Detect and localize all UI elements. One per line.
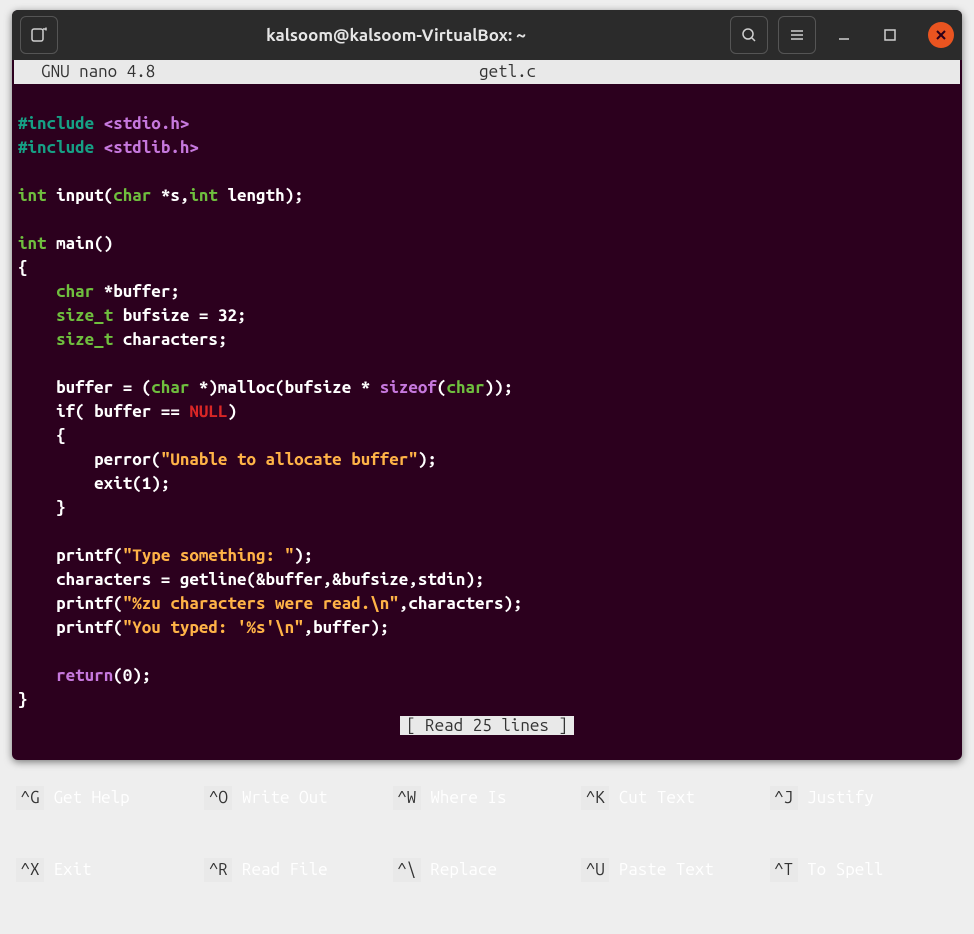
sc-key-exit[interactable]: ^X — [16, 858, 44, 882]
tok-id: printf( — [18, 594, 123, 613]
tok-type: char — [56, 282, 94, 301]
tok-type: int — [18, 186, 47, 205]
nano-filename: getl.c — [155, 60, 960, 84]
sc-key-replace[interactable]: ^\ — [393, 858, 421, 882]
sc-key-cut[interactable]: ^K — [581, 786, 609, 810]
tok-id: characters = getline(&buffer,&bufsize,st… — [18, 570, 484, 589]
sc-label-writeout: Write Out — [242, 788, 328, 807]
tok-id: main() — [47, 234, 114, 253]
nano-shortcuts: ^G Get Help ^O Write Out ^W Where Is ^K … — [14, 738, 960, 934]
sc-label-readfile: Read File — [242, 860, 328, 879]
sc-key-paste[interactable]: ^U — [581, 858, 609, 882]
tok-brace: } — [18, 690, 28, 709]
tok-id: if( buffer == — [18, 402, 189, 421]
sc-key-tospell[interactable]: ^T — [770, 858, 798, 882]
sc-label-help: Get Help — [54, 788, 130, 807]
tok-kw: return — [56, 666, 113, 685]
sc-label-justify: Justify — [807, 788, 874, 807]
sc-label-replace: Replace — [430, 860, 497, 879]
sc-label-whereis: Where Is — [430, 788, 506, 807]
tok-string: "%zu characters were read.\n" — [123, 594, 399, 613]
tok-id: ); — [294, 546, 313, 565]
tok-id: ); — [418, 450, 437, 469]
tok-null: NULL — [189, 402, 227, 421]
sc-label-tospell: To Spell — [807, 860, 883, 879]
nano-app: GNU nano 4.8 — [41, 62, 155, 81]
tok-id: ) — [227, 402, 237, 421]
sc-key-help[interactable]: ^G — [16, 786, 44, 810]
tok-id: printf( — [18, 546, 123, 565]
tok-id: *)malloc(bufsize * — [189, 378, 379, 397]
tok-id: *s, — [151, 186, 189, 205]
sc-key-justify[interactable]: ^J — [770, 786, 798, 810]
tok-brace: } — [56, 498, 66, 517]
tok-id: *buffer; — [94, 282, 180, 301]
terminal-window: kalsoom@kalsoom-VirtualBox: ~ GNU nano 4… — [12, 10, 962, 760]
tok-id: buffer = ( — [18, 378, 151, 397]
sc-key-writeout[interactable]: ^O — [204, 786, 232, 810]
tok-id: perror( — [18, 450, 161, 469]
sc-label-exit: Exit — [54, 860, 92, 879]
nano-status-text: [ Read 25 lines ] — [400, 716, 574, 735]
nano-header: GNU nano 4.8 getl.c — [14, 60, 960, 84]
tok-string: "Type something: " — [123, 546, 294, 565]
tok-id: )); — [485, 378, 514, 397]
tok-header: <stdio.h> — [104, 114, 190, 133]
new-tab-button[interactable] — [20, 16, 58, 54]
tok-type: char — [446, 378, 484, 397]
close-button[interactable] — [928, 22, 954, 48]
sc-key-whereis[interactable]: ^W — [393, 786, 421, 810]
nano-status: [ Read 25 lines ] — [14, 714, 960, 738]
tok-id: ( — [437, 378, 447, 397]
tok-include: #include — [18, 114, 94, 133]
tok-id: (0); — [113, 666, 151, 685]
tok-id: characters; — [113, 330, 227, 349]
tok-brace: { — [56, 426, 66, 445]
window-title: kalsoom@kalsoom-VirtualBox: ~ — [62, 26, 730, 45]
tok-string: "You typed: '%s'\n" — [123, 618, 304, 637]
tok-type: int — [189, 186, 218, 205]
minimize-button[interactable] — [826, 17, 862, 53]
code-area[interactable]: #include <stdio.h> #include <stdlib.h> i… — [14, 84, 960, 712]
tok-include: #include — [18, 138, 94, 157]
tok-type: size_t — [56, 330, 113, 349]
hamburger-menu-button[interactable] — [778, 16, 816, 54]
tok-type: int — [18, 234, 47, 253]
tok-id: exit(1); — [18, 474, 170, 493]
tok-kw: sizeof — [380, 378, 437, 397]
search-button[interactable] — [730, 16, 768, 54]
sc-key-readfile[interactable]: ^R — [204, 858, 232, 882]
maximize-button[interactable] — [872, 17, 908, 53]
tok-brace: { — [18, 258, 28, 277]
tok-id: length); — [218, 186, 304, 205]
tok-string: "Unable to allocate buffer" — [161, 450, 418, 469]
tok-id: ,characters); — [399, 594, 523, 613]
tok-header: <stdlib.h> — [104, 138, 199, 157]
terminal-body[interactable]: GNU nano 4.8 getl.c #include <stdio.h> #… — [12, 60, 962, 934]
sc-label-cut: Cut Text — [619, 788, 695, 807]
sc-label-paste: Paste Text — [619, 860, 714, 879]
tok-type: char — [151, 378, 189, 397]
tok-type: char — [113, 186, 151, 205]
titlebar: kalsoom@kalsoom-VirtualBox: ~ — [12, 10, 962, 60]
tok-id: bufsize = 32; — [113, 306, 246, 325]
tok-id: ,buffer); — [304, 618, 390, 637]
tok-type: size_t — [56, 306, 113, 325]
tok-id: printf( — [18, 618, 123, 637]
tok-id: input( — [47, 186, 114, 205]
